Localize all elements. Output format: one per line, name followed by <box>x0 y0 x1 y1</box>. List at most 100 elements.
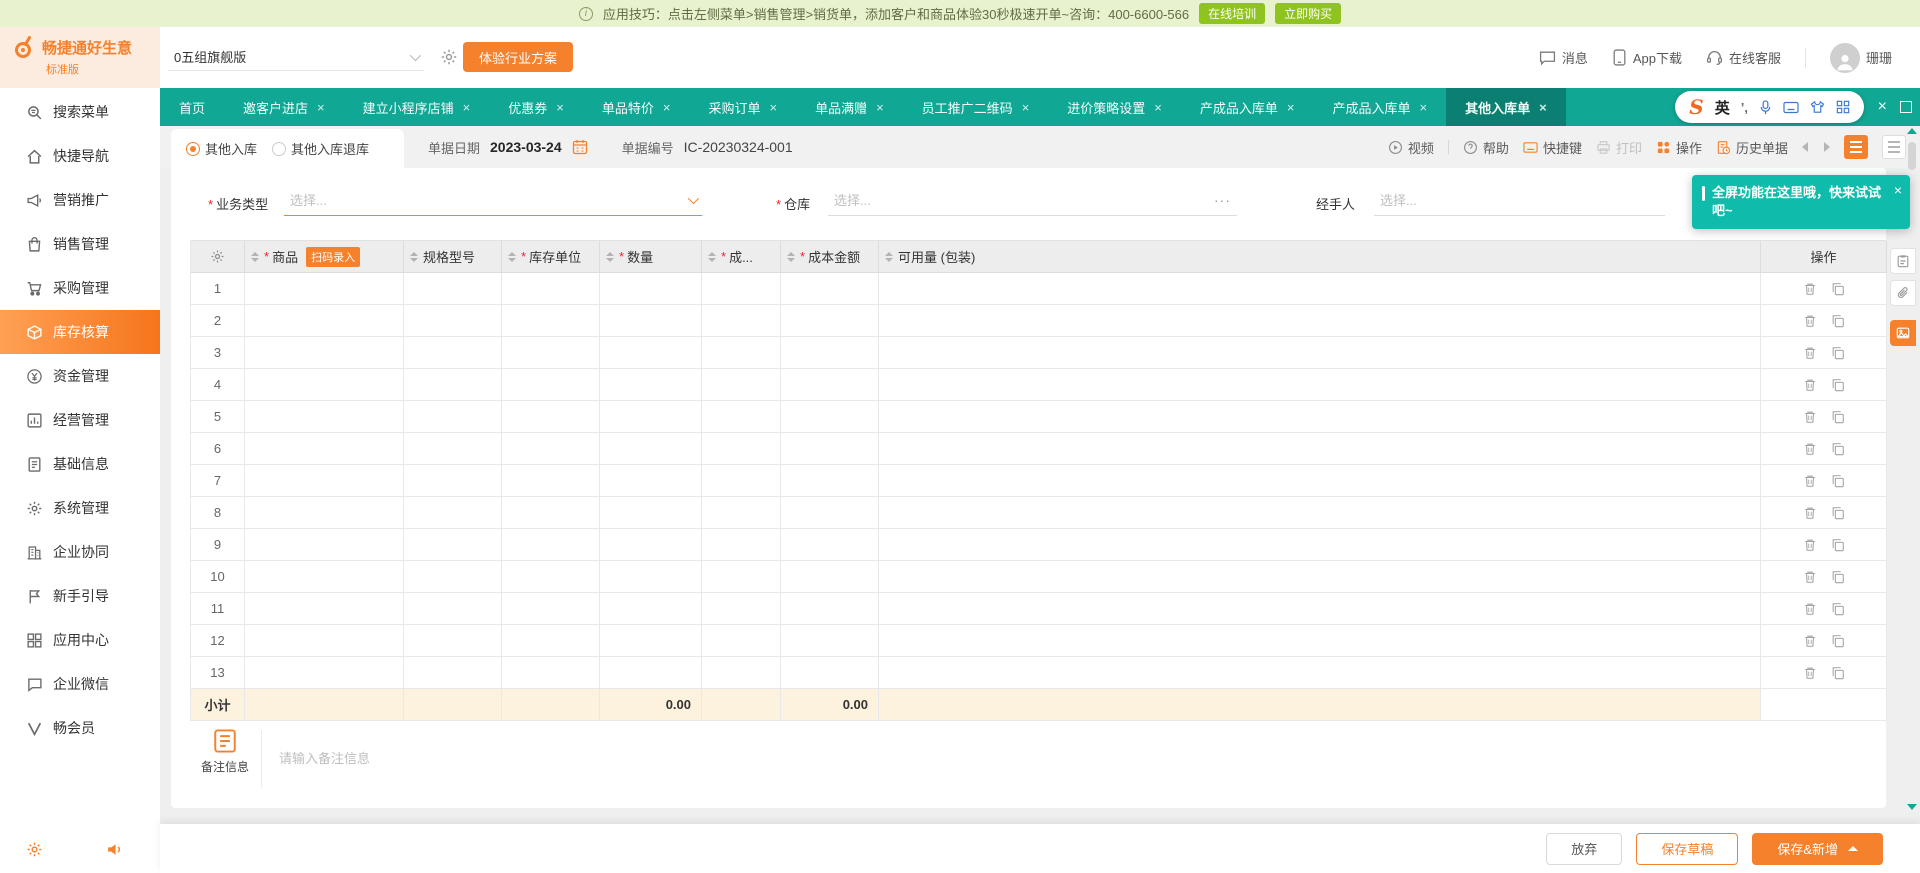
table-cell[interactable] <box>879 529 1761 561</box>
column-header-成...[interactable]: * 成... <box>702 241 781 273</box>
radio-option[interactable]: 其他入库退库 <box>272 139 369 158</box>
table-cell[interactable] <box>702 305 781 337</box>
table-cell[interactable] <box>600 465 702 497</box>
tab-home[interactable]: 首页 <box>160 88 224 126</box>
skin-shirt-icon[interactable] <box>1810 100 1825 114</box>
copy-row-icon[interactable] <box>1831 506 1845 520</box>
sidebar-item-vip[interactable]: 畅会员 <box>0 706 160 750</box>
table-cell[interactable] <box>404 625 502 657</box>
copy-row-icon[interactable] <box>1831 634 1845 648</box>
table-cell[interactable] <box>502 401 600 433</box>
delete-row-icon[interactable] <box>1803 538 1817 552</box>
sidebar-item-box[interactable]: 库存核算 <box>0 310 160 354</box>
table-cell[interactable] <box>879 273 1761 305</box>
table-cell[interactable] <box>404 561 502 593</box>
tab-close-icon[interactable]: × <box>876 100 884 115</box>
tab-doc-1[interactable]: 邀客户进店 × <box>224 88 344 126</box>
table-cell[interactable] <box>781 561 879 593</box>
table-cell[interactable] <box>600 401 702 433</box>
delete-row-icon[interactable] <box>1803 506 1817 520</box>
remark-section-icon[interactable]: 备注信息 <box>199 728 251 775</box>
table-cell[interactable] <box>245 337 404 369</box>
table-cell[interactable] <box>502 305 600 337</box>
action-play-circle[interactable]: 视频 <box>1388 138 1434 157</box>
sort-icon[interactable] <box>508 251 516 262</box>
account-settings-gear-icon[interactable] <box>440 48 458 66</box>
table-cell[interactable] <box>879 401 1761 433</box>
table-cell[interactable] <box>245 657 404 689</box>
table-cell[interactable] <box>879 465 1761 497</box>
sort-icon[interactable] <box>885 251 893 262</box>
tab-close-icon[interactable]: × <box>769 100 777 115</box>
tab-doc-6[interactable]: 单品满赠 × <box>796 88 903 126</box>
online-service-button[interactable]: 在线客服 <box>1706 48 1781 67</box>
fullscreen-icon[interactable] <box>1900 101 1912 113</box>
sidebar-item-chart[interactable]: 经营管理 <box>0 398 160 442</box>
user-menu[interactable]: 珊珊 <box>1829 42 1892 73</box>
tab-doc-9[interactable]: 产成品入库单 × <box>1181 88 1314 126</box>
tab-close-icon[interactable]: × <box>1287 100 1295 115</box>
table-cell[interactable] <box>404 337 502 369</box>
table-cell[interactable] <box>781 497 879 529</box>
sidebar-item-gear[interactable]: 系统管理 <box>0 486 160 530</box>
sidebar-item-home[interactable]: 快捷导航 <box>0 134 160 178</box>
table-cell[interactable] <box>404 401 502 433</box>
table-cell[interactable] <box>600 337 702 369</box>
table-cell[interactable] <box>781 305 879 337</box>
tab-close-icon[interactable]: × <box>663 100 671 115</box>
sidebar-item-bag[interactable]: 销售管理 <box>0 222 160 266</box>
table-cell[interactable] <box>702 561 781 593</box>
table-cell[interactable] <box>502 657 600 689</box>
detail-view-toggle[interactable] <box>1882 135 1906 159</box>
app-download-button[interactable]: App下载 <box>1612 48 1682 67</box>
table-cell[interactable] <box>702 593 781 625</box>
table-cell[interactable] <box>404 369 502 401</box>
sidebar-item-grid[interactable]: 应用中心 <box>0 618 160 662</box>
table-cell[interactable] <box>600 305 702 337</box>
table-cell[interactable] <box>502 337 600 369</box>
column-settings-gear-icon[interactable] <box>210 249 225 264</box>
delete-row-icon[interactable] <box>1803 602 1817 616</box>
delete-row-icon[interactable] <box>1803 570 1817 584</box>
table-cell[interactable] <box>781 337 879 369</box>
sidebar-item-doc[interactable]: 基础信息 <box>0 442 160 486</box>
account-selector[interactable]: 0五组旗舰版 <box>168 43 424 71</box>
table-cell[interactable] <box>781 273 879 305</box>
table-cell[interactable] <box>781 657 879 689</box>
table-cell[interactable] <box>245 433 404 465</box>
table-cell[interactable] <box>781 529 879 561</box>
table-cell[interactable] <box>245 593 404 625</box>
ime-language-indicator[interactable]: 英 <box>1715 97 1730 118</box>
table-cell[interactable] <box>404 273 502 305</box>
close-icon[interactable]: × <box>1878 98 1887 116</box>
save-and-new-button[interactable]: 保存&新增 <box>1752 832 1883 865</box>
scan-entry-badge[interactable]: 扫码录入 <box>306 246 361 267</box>
tab-doc-5[interactable]: 采购订单 × <box>689 88 796 126</box>
table-cell[interactable] <box>702 337 781 369</box>
table-cell[interactable] <box>404 497 502 529</box>
column-header-库存单位[interactable]: * 库存单位 <box>502 241 600 273</box>
table-cell[interactable] <box>502 433 600 465</box>
table-cell[interactable] <box>702 529 781 561</box>
tab-close-icon[interactable]: × <box>1022 100 1030 115</box>
column-header-操作[interactable]: 操作 <box>1761 241 1887 273</box>
delete-row-icon[interactable] <box>1803 346 1817 360</box>
discard-button[interactable]: 放弃 <box>1546 832 1623 865</box>
copy-row-icon[interactable] <box>1831 602 1845 616</box>
table-cell[interactable] <box>879 497 1761 529</box>
settings-gear-icon[interactable] <box>26 841 43 858</box>
industry-plan-button[interactable]: 体验行业方案 <box>463 42 574 72</box>
more-ellipsis-icon[interactable]: ··· <box>1214 192 1231 208</box>
handler-select[interactable]: 选择... <box>1374 184 1665 216</box>
table-cell[interactable] <box>404 529 502 561</box>
table-cell[interactable] <box>502 369 600 401</box>
table-cell[interactable] <box>404 433 502 465</box>
table-cell[interactable] <box>245 561 404 593</box>
table-cell[interactable] <box>600 433 702 465</box>
table-cell[interactable] <box>502 497 600 529</box>
table-cell[interactable] <box>502 273 600 305</box>
tab-doc-7[interactable]: 员工推广二维码 × <box>903 88 1049 126</box>
copy-row-icon[interactable] <box>1831 346 1845 360</box>
table-cell[interactable] <box>702 465 781 497</box>
table-cell[interactable] <box>702 433 781 465</box>
